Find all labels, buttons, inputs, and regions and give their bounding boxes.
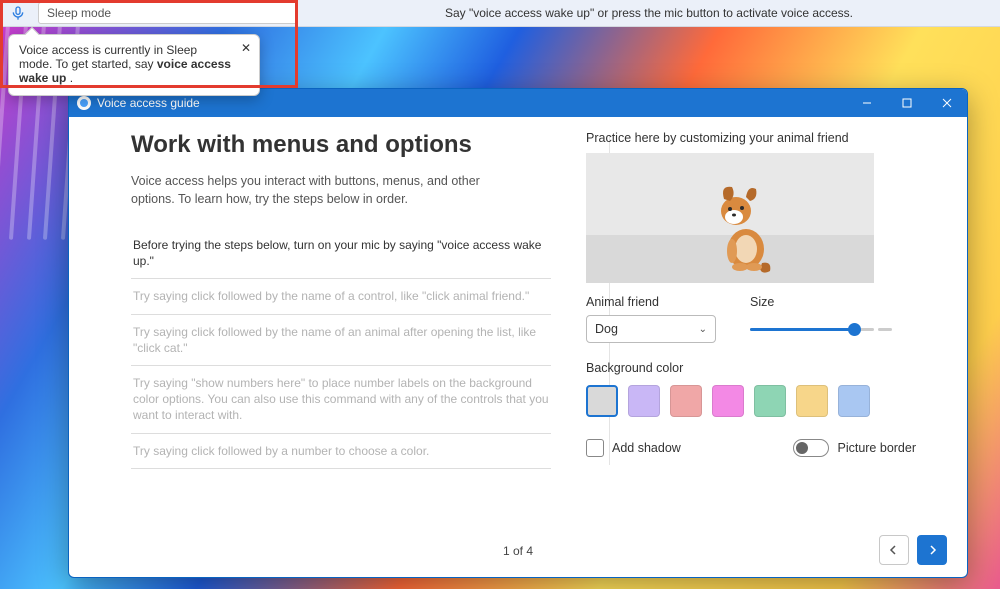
mic-icon[interactable] — [8, 3, 28, 23]
size-slider[interactable] — [750, 315, 892, 343]
add-shadow-checkbox[interactable] — [586, 439, 604, 457]
animal-friend-dropdown[interactable]: Dog ⌄ — [586, 315, 716, 343]
animal-friend-image[interactable] — [706, 181, 776, 273]
size-label: Size — [750, 295, 892, 309]
animal-friend-label: Animal friend — [586, 295, 716, 309]
color-swatch[interactable] — [754, 385, 786, 417]
maximize-button[interactable] — [887, 89, 927, 117]
minimize-button[interactable] — [847, 89, 887, 117]
dropdown-value: Dog — [595, 322, 618, 336]
step-item: Try saying click followed by a number to… — [131, 434, 551, 469]
page-indicator: 1 of 4 — [503, 544, 533, 558]
step-item: Try saying "show numbers here" to place … — [131, 366, 551, 434]
color-swatch[interactable] — [796, 385, 828, 417]
close-icon[interactable]: ✕ — [239, 41, 253, 55]
steps-list: Before trying the steps below, turn on y… — [131, 228, 551, 469]
practice-title: Practice here by customizing your animal… — [586, 131, 916, 145]
voice-access-hint: Say "voice access wake up" or press the … — [298, 6, 1000, 20]
tooltip-text: Voice access is currently in Sleep mode.… — [19, 43, 231, 85]
picture-border-label: Picture border — [837, 441, 916, 455]
voice-status-text: Sleep mode — [47, 6, 111, 20]
picture-border-toggle[interactable] — [793, 439, 829, 457]
step-item: Try saying click followed by the name of… — [131, 315, 551, 366]
page-intro: Voice access helps you interact with but… — [131, 173, 521, 208]
step-item: Try saying click followed by the name of… — [131, 279, 551, 314]
sleep-mode-tooltip: ✕ Voice access is currently in Sleep mod… — [8, 34, 260, 96]
voice-access-bar: Sleep mode Say "voice access wake up" or… — [0, 0, 1000, 27]
color-swatch[interactable] — [712, 385, 744, 417]
prev-button[interactable] — [879, 535, 909, 565]
close-button[interactable] — [927, 89, 967, 117]
page-heading: Work with menus and options — [131, 131, 551, 159]
color-swatch[interactable] — [670, 385, 702, 417]
chevron-down-icon: ⌄ — [699, 324, 707, 335]
color-swatch[interactable] — [586, 385, 618, 417]
window-title: Voice access guide — [97, 96, 200, 110]
step-item: Before trying the steps below, turn on y… — [131, 228, 551, 279]
color-swatch[interactable] — [838, 385, 870, 417]
next-button[interactable] — [917, 535, 947, 565]
app-icon — [77, 96, 91, 110]
color-swatch[interactable] — [628, 385, 660, 417]
practice-canvas — [586, 153, 874, 283]
color-swatches — [586, 385, 916, 417]
background-color-label: Background color — [586, 361, 916, 375]
add-shadow-label: Add shadow — [612, 441, 681, 455]
voice-access-guide-window: Voice access guide Work with menus and o… — [68, 88, 968, 578]
voice-status-field: Sleep mode — [38, 2, 298, 24]
